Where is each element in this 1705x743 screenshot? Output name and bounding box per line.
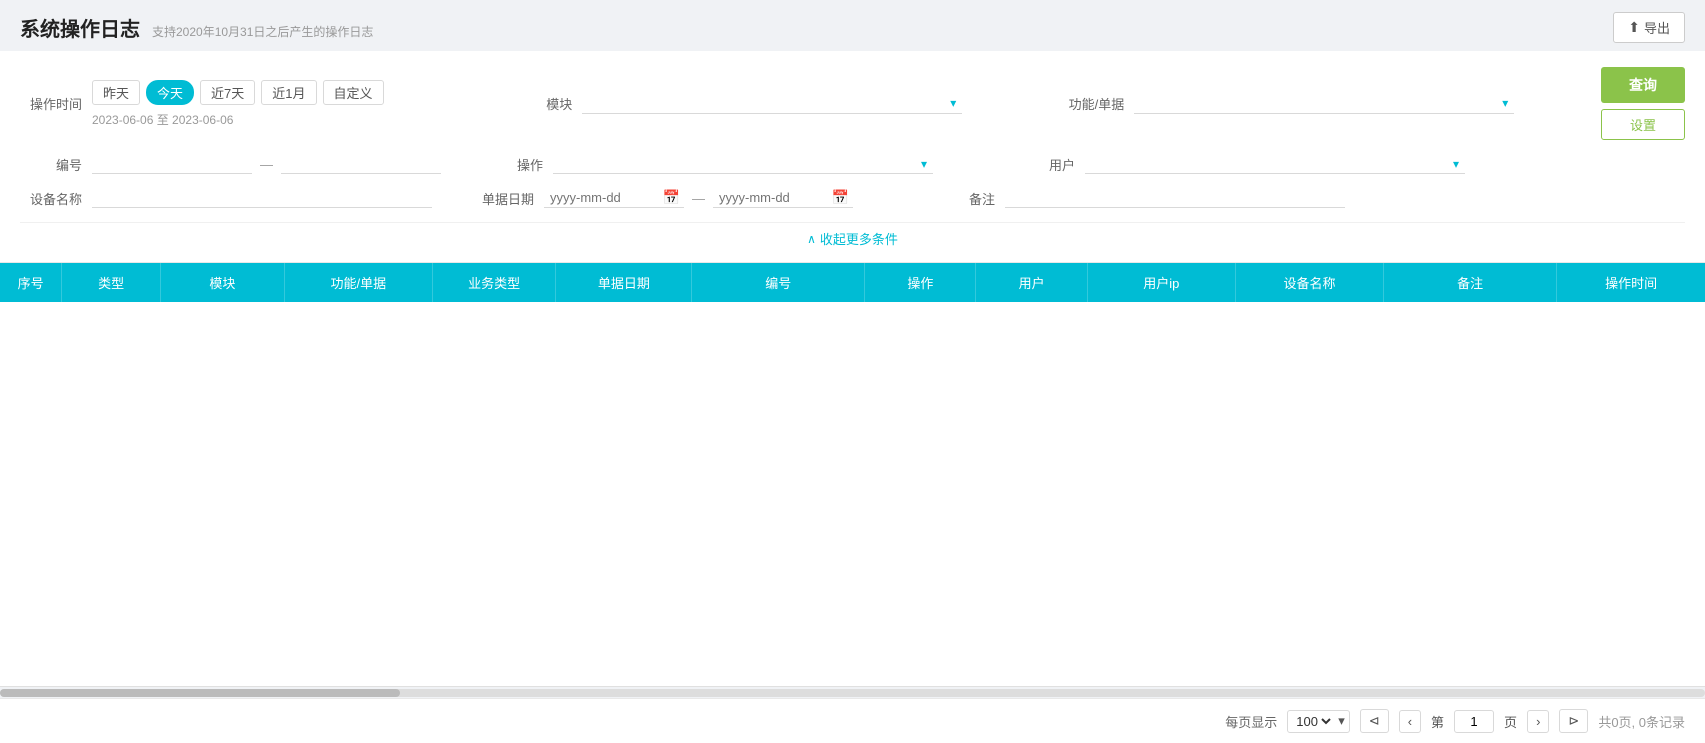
time-buttons: 昨天 今天 近7天 近1月 自定义 [92, 80, 384, 105]
per-page-select-wrapper[interactable]: 50 100 200 ▾ [1287, 710, 1350, 733]
per-page-label: 每页显示 [1225, 712, 1277, 731]
code-separator: — [260, 157, 273, 172]
query-button[interactable]: 查询 [1601, 67, 1685, 103]
scrollbar-area[interactable] [0, 686, 1705, 698]
doc-date-separator: — [692, 191, 705, 206]
pagination-bar: 每页显示 50 100 200 ▾ ⊲ ‹ 第 页 › ⊳ 共0页, 0条记录 [0, 698, 1705, 743]
doc-date-label: 单据日期 [472, 189, 544, 208]
header-left: 系统操作日志 支持2020年10月31日之后产生的操作日志 [20, 13, 373, 42]
time-btn-today[interactable]: 今天 [146, 80, 194, 105]
time-range-display: 2023-06-06 至 2023-06-06 [92, 111, 384, 128]
col-operation: 操作 [865, 263, 976, 302]
filter-area: 操作时间 昨天 今天 近7天 近1月 自定义 2023-06-06 至 2023… [0, 51, 1705, 263]
operation-select[interactable] [553, 154, 933, 173]
scrollbar-thumb[interactable] [0, 689, 400, 697]
table-header-row: 序号 类型 模块 功能/单据 业务类型 单据日期 编号 操作 用户 用户ip 设… [0, 263, 1705, 302]
func-label: 功能/单据 [1062, 94, 1134, 113]
time-btn-custom[interactable]: 自定义 [323, 80, 384, 105]
settings-button[interactable]: 设置 [1601, 109, 1685, 140]
user-filter-item: 用户 ▾ [1013, 154, 1465, 174]
time-label: 操作时间 [20, 94, 92, 113]
module-select[interactable] [582, 94, 962, 113]
col-biz: 业务类型 [432, 263, 556, 302]
user-label: 用户 [1013, 155, 1085, 174]
user-select[interactable] [1085, 154, 1465, 173]
col-doc-date: 单据日期 [556, 263, 692, 302]
per-page-select[interactable]: 50 100 200 [1292, 713, 1334, 730]
filter-row-3: 设备名称 单据日期 📅 — 📅 备注 [20, 188, 1685, 208]
operation-select-wrapper: ▾ [553, 154, 933, 174]
col-op-time: 操作时间 [1557, 263, 1705, 302]
doc-date-to-wrapper: 📅 [713, 188, 853, 208]
operation-filter-item: 操作 ▾ [481, 154, 933, 174]
page-header: 系统操作日志 支持2020年10月31日之后产生的操作日志 ⬆ 导出 [0, 0, 1705, 51]
collapse-icon: ∧ [807, 232, 816, 246]
table-wrapper: 序号 类型 模块 功能/单据 业务类型 单据日期 编号 操作 用户 用户ip 设… [0, 263, 1705, 686]
col-user-ip: 用户ip [1087, 263, 1235, 302]
action-buttons: 查询 设置 [1601, 67, 1685, 140]
remark-filter-item: 备注 [933, 188, 1345, 208]
collapse-label: 收起更多条件 [820, 229, 898, 248]
calendar-to-icon[interactable]: 📅 [832, 189, 849, 206]
time-filter-group: 昨天 今天 近7天 近1月 自定义 2023-06-06 至 2023-06-0… [92, 80, 384, 128]
pagination-first-button[interactable]: ⊲ [1360, 709, 1389, 733]
code-input-to[interactable] [281, 154, 441, 174]
table-header: 序号 类型 模块 功能/单据 业务类型 单据日期 编号 操作 用户 用户ip 设… [0, 263, 1705, 302]
user-select-wrapper: ▾ [1085, 154, 1465, 174]
module-label: 模块 [510, 94, 582, 113]
remark-input[interactable] [1005, 188, 1345, 208]
code-label: 编号 [20, 155, 92, 174]
page-label: 第 [1431, 712, 1444, 731]
col-code: 编号 [692, 263, 865, 302]
code-input-from[interactable] [92, 154, 252, 174]
export-label: 导出 [1644, 18, 1670, 37]
module-filter-item: 模块 ▾ [510, 94, 962, 114]
per-page-chevron-icon: ▾ [1338, 713, 1345, 729]
col-func: 功能/单据 [284, 263, 432, 302]
scrollbar-track [0, 689, 1705, 697]
col-user: 用户 [976, 263, 1087, 302]
pagination-prev-button[interactable]: ‹ [1399, 710, 1421, 733]
pagination-last-button[interactable]: ⊳ [1559, 709, 1588, 733]
collapse-bar[interactable]: ∧ 收起更多条件 [20, 222, 1685, 252]
page-suffix: 页 [1504, 712, 1517, 731]
page-title: 系统操作日志 [20, 13, 140, 42]
page-number-input[interactable] [1454, 710, 1494, 733]
device-filter-item: 设备名称 [20, 188, 432, 208]
data-table: 序号 类型 模块 功能/单据 业务类型 单据日期 编号 操作 用户 用户ip 设… [0, 263, 1705, 302]
module-select-wrapper: ▾ [582, 94, 962, 114]
func-filter-item: 功能/单据 ▾ [1062, 94, 1514, 114]
code-filter-item: 编号 — [20, 154, 441, 174]
func-select-wrapper: ▾ [1134, 94, 1514, 114]
col-device: 设备名称 [1235, 263, 1383, 302]
doc-date-filter-item: 单据日期 📅 — 📅 [472, 188, 853, 208]
page-subtitle: 支持2020年10月31日之后产生的操作日志 [152, 23, 373, 40]
total-info: 共0页, 0条记录 [1598, 712, 1685, 731]
time-btn-1month[interactable]: 近1月 [261, 80, 316, 105]
col-type: 类型 [62, 263, 161, 302]
doc-date-from-wrapper: 📅 [544, 188, 684, 208]
time-btn-7days[interactable]: 近7天 [200, 80, 255, 105]
export-button[interactable]: ⬆ 导出 [1613, 12, 1685, 43]
device-input[interactable] [92, 188, 432, 208]
calendar-from-icon[interactable]: 📅 [663, 189, 680, 206]
col-seq: 序号 [0, 263, 62, 302]
device-label: 设备名称 [20, 189, 92, 208]
func-select[interactable] [1134, 94, 1514, 113]
export-icon: ⬆ [1628, 19, 1640, 36]
pagination-next-button[interactable]: › [1527, 710, 1549, 733]
filter-row-2: 编号 — 操作 ▾ 用户 [20, 154, 1685, 174]
operation-label: 操作 [481, 155, 553, 174]
col-module: 模块 [161, 263, 285, 302]
col-remark: 备注 [1384, 263, 1557, 302]
time-btn-yesterday[interactable]: 昨天 [92, 80, 140, 105]
remark-label: 备注 [933, 189, 1005, 208]
time-filter-item: 操作时间 昨天 今天 近7天 近1月 自定义 2023-06-06 至 2023… [20, 80, 384, 128]
filter-row-1: 操作时间 昨天 今天 近7天 近1月 自定义 2023-06-06 至 2023… [20, 67, 1685, 140]
